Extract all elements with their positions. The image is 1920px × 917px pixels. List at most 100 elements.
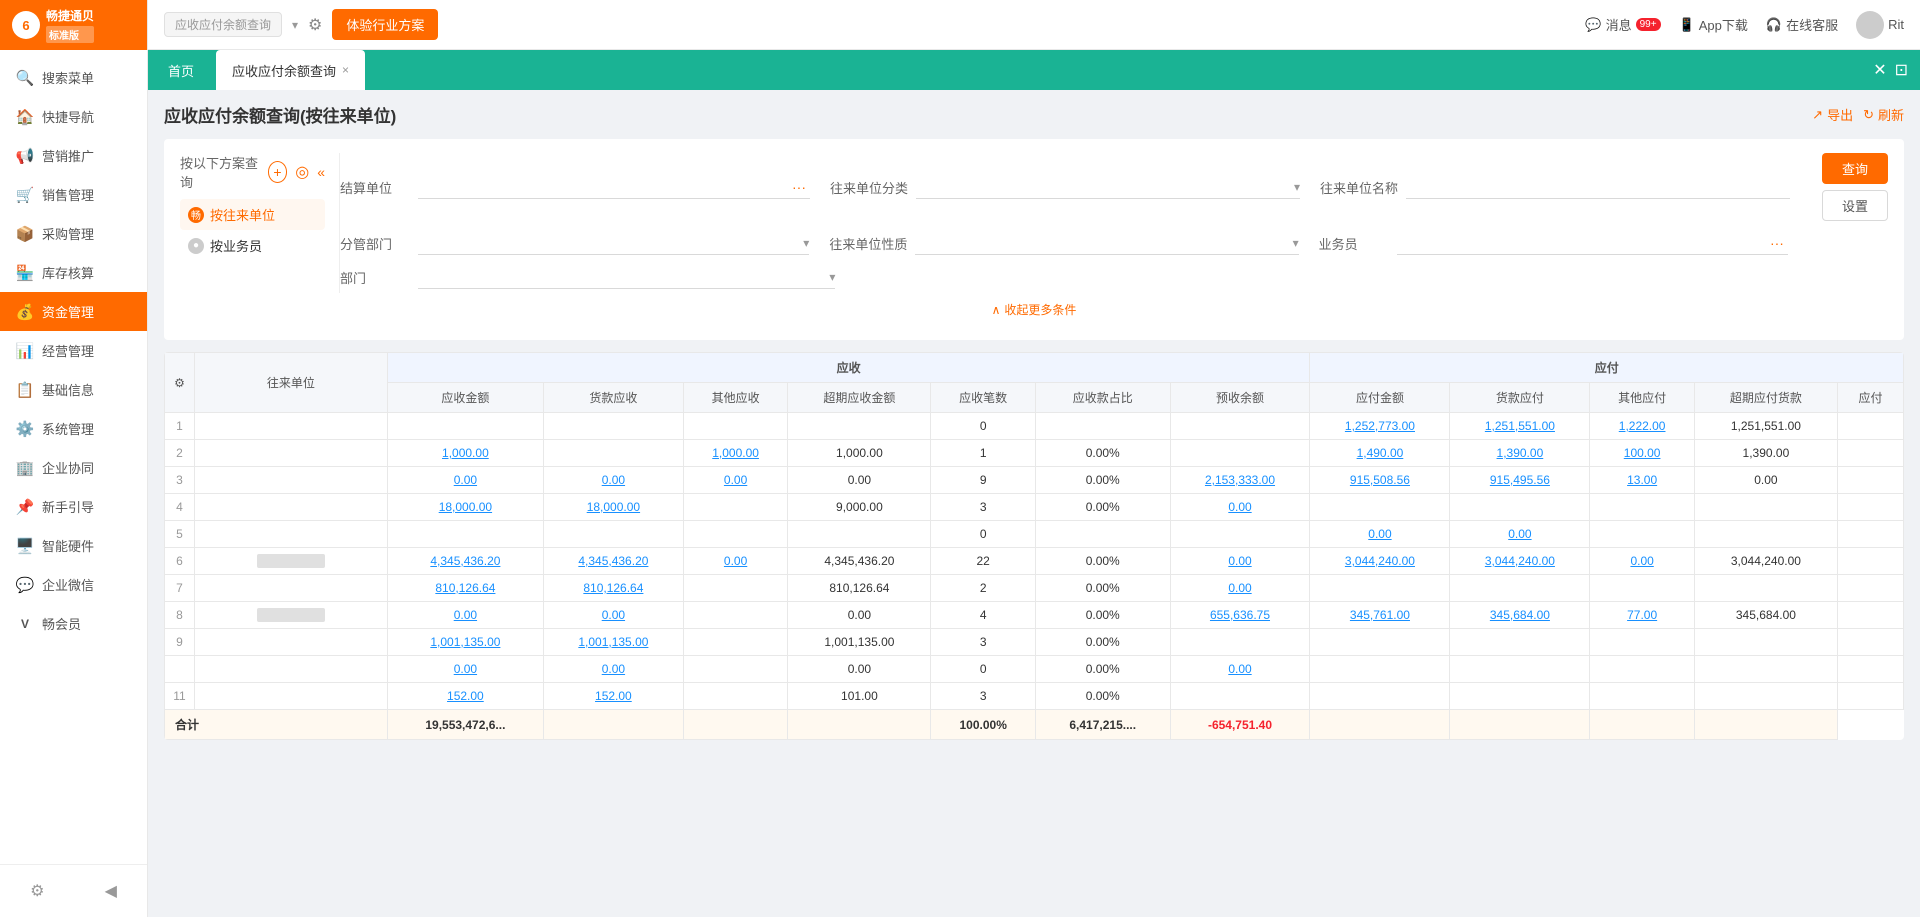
- data-table: ⚙ 往来单位 应收 应付 应收金额 货款应收 其他应收 超期应收金额 应收笔数 …: [164, 352, 1904, 740]
- data-cell: 0.00: [1170, 548, 1310, 575]
- export-button[interactable]: ↗ 导出: [1812, 105, 1853, 124]
- data-cell: 1,390.00: [1694, 440, 1837, 467]
- settlement-input[interactable]: [418, 175, 788, 198]
- department-chevron-icon[interactable]: ▾: [829, 270, 835, 284]
- sidebar-item-guide[interactable]: 📌 新手引导: [0, 487, 147, 526]
- sidebar-label-inventory: 库存核算: [42, 263, 94, 282]
- partner-name-input[interactable]: [1406, 175, 1790, 198]
- tab-receivable-query[interactable]: 应收应付余额查询 ×: [216, 50, 365, 90]
- scheme-item-partner[interactable]: 畅 按往来单位: [180, 199, 325, 230]
- salesman-input[interactable]: [1397, 231, 1766, 254]
- scheme-salesman-label: 按业务员: [210, 236, 262, 255]
- sidebar-item-wechat[interactable]: 💬 企业微信: [0, 565, 147, 604]
- sidebar-item-finance[interactable]: 💰 资金管理: [0, 292, 147, 331]
- data-cell: 0.00: [788, 602, 931, 629]
- tab-home[interactable]: 首页: [148, 50, 214, 90]
- partner-category-chevron-icon[interactable]: ▾: [1294, 180, 1300, 194]
- partner-category-input[interactable]: [916, 175, 1294, 198]
- tab-receivable-label: 应收应付余额查询: [232, 61, 336, 80]
- sidebar-item-operation[interactable]: 📊 经营管理: [0, 331, 147, 370]
- sidebar-item-system[interactable]: ⚙️ 系统管理: [0, 409, 147, 448]
- partner-nature-label: 往来单位性质: [829, 234, 907, 253]
- partner-nature-input[interactable]: [915, 231, 1292, 254]
- salesman-input-area: ···: [1397, 231, 1788, 255]
- refresh-icon: ↻: [1863, 107, 1874, 123]
- sidebar-item-purchase[interactable]: 📦 采购管理: [0, 214, 147, 253]
- data-cell: [1837, 413, 1903, 440]
- scheme-item-salesman[interactable]: ● 按业务员: [180, 230, 325, 261]
- dept-manager-chevron-icon[interactable]: ▾: [803, 236, 809, 250]
- collapse-btn[interactable]: ◀: [99, 875, 123, 907]
- salesman-dots-btn[interactable]: ···: [1766, 235, 1788, 251]
- refresh-label: 刷新: [1878, 105, 1904, 124]
- data-cell: [1694, 575, 1837, 602]
- data-cell: 0.00%: [1035, 683, 1170, 710]
- online-service-btn[interactable]: 🎧 在线客服: [1766, 15, 1838, 34]
- collapse-bar[interactable]: ∧ 收起更多条件: [180, 293, 1888, 326]
- data-cell: 4,345,436.20: [788, 548, 931, 575]
- header-gear-icon[interactable]: ⚙: [308, 15, 322, 35]
- sidebar-item-vip[interactable]: V 畅会员: [0, 604, 147, 643]
- wechat-icon: 💬: [16, 576, 34, 594]
- scheme-list: 畅 按往来单位 ● 按业务员: [180, 199, 325, 261]
- set-button[interactable]: 设置: [1822, 190, 1888, 221]
- data-cell: 3: [931, 683, 1036, 710]
- tab-close-icon[interactable]: ×: [342, 63, 349, 77]
- data-cell: [543, 521, 683, 548]
- partner-nature-chevron-icon[interactable]: ▾: [1293, 236, 1299, 250]
- filter-add-btn[interactable]: +: [268, 161, 288, 183]
- filter-collapse-icon[interactable]: «: [317, 164, 325, 180]
- data-cell: 915,508.56: [1310, 467, 1450, 494]
- data-cell: 345,761.00: [1310, 602, 1450, 629]
- th-overdue-pay: 超期应付货款: [1694, 383, 1837, 413]
- data-cell: [683, 413, 788, 440]
- query-button[interactable]: 查询: [1822, 153, 1888, 184]
- partner-nature-input-area: ▾: [915, 231, 1298, 255]
- quick-nav-icon: 🏠: [16, 108, 34, 126]
- settlement-input-area: ···: [418, 175, 810, 199]
- filter-row-partner-category: 往来单位分类 ▾: [830, 153, 1300, 221]
- sidebar-item-sales[interactable]: 🛒 销售管理: [0, 175, 147, 214]
- marketing-icon: 📢: [16, 147, 34, 165]
- data-cell: [683, 602, 788, 629]
- data-cell: [1837, 575, 1903, 602]
- solution-button[interactable]: 体验行业方案: [332, 9, 438, 40]
- sidebar-item-hardware[interactable]: 🖥️ 智能硬件: [0, 526, 147, 565]
- refresh-button[interactable]: ↻ 刷新: [1863, 105, 1904, 124]
- data-cell: [683, 683, 788, 710]
- user-profile-btn[interactable]: Rit: [1856, 11, 1904, 39]
- data-cell: 3,044,240.00: [1450, 548, 1590, 575]
- settlement-dots-btn[interactable]: ···: [788, 179, 810, 195]
- dept-manager-input[interactable]: [418, 231, 803, 254]
- th-recv-ratio: 应收款占比: [1035, 383, 1170, 413]
- table-row: 500.000.00: [165, 521, 1904, 548]
- data-cell: 1,252,773.00: [1310, 413, 1450, 440]
- settings-bottom-btn[interactable]: ⚙: [24, 875, 50, 907]
- sales-icon: 🛒: [16, 186, 34, 204]
- sidebar-item-basic-info[interactable]: 📋 基础信息: [0, 370, 147, 409]
- message-btn[interactable]: 💬 消息 99+: [1585, 15, 1660, 34]
- total-recv-ratio: 100.00%: [931, 710, 1036, 740]
- data-cell: [1450, 683, 1590, 710]
- department-input[interactable]: [418, 265, 829, 288]
- sidebar-item-corp[interactable]: 🏢 企业协同: [0, 448, 147, 487]
- message-label: 消息: [1606, 15, 1632, 34]
- sidebar-item-inventory[interactable]: 🏪 库存核算: [0, 253, 147, 292]
- table-settings-col[interactable]: ⚙: [165, 353, 195, 413]
- tab-maximize-icon[interactable]: ⊡: [1895, 60, 1908, 80]
- partner-category-input-area: ▾: [916, 175, 1300, 199]
- breadcrumb-text: 应收应付余额查询: [175, 18, 271, 32]
- app-download-btn[interactable]: 📱 App下载: [1679, 15, 1748, 34]
- tab-close-window-icon[interactable]: ✕: [1873, 60, 1886, 80]
- sidebar-item-quick-nav[interactable]: 🏠 快捷导航: [0, 97, 147, 136]
- data-cell: [1170, 440, 1310, 467]
- vip-icon: V: [16, 615, 34, 633]
- filter-settings-icon[interactable]: ◎: [295, 162, 309, 182]
- sidebar-item-search-menu[interactable]: 🔍 搜索菜单: [0, 58, 147, 97]
- data-cell: 0.00: [1694, 467, 1837, 494]
- sidebar-item-marketing[interactable]: 📢 营销推广: [0, 136, 147, 175]
- data-cell: [1310, 575, 1450, 602]
- breadcrumb-chevron-icon[interactable]: ▾: [292, 18, 298, 32]
- data-cell: [683, 656, 788, 683]
- filter-layout: 按以下方案查询 + ◎ « 畅 按往来单位 ● 按业务员: [180, 153, 1888, 293]
